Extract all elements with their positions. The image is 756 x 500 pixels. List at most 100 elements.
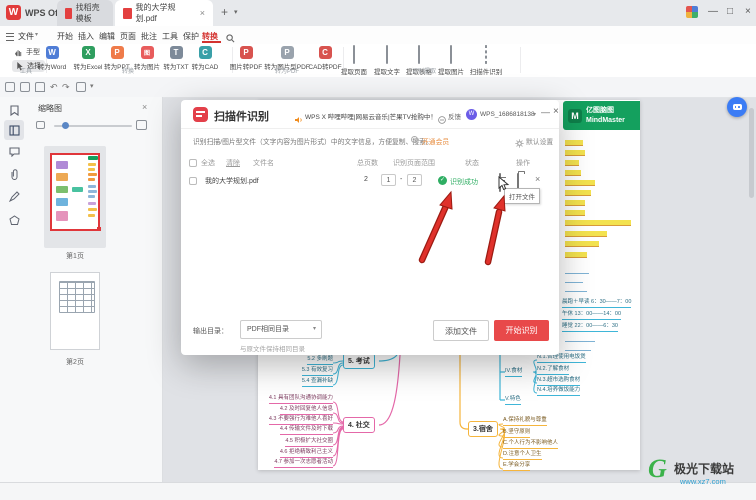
text-fragment xyxy=(565,286,587,292)
redo-icon[interactable]: ↷ xyxy=(62,82,70,93)
scan-recognition-button[interactable]: 扫描件识别 xyxy=(458,45,514,76)
title-bar: W WPS Office 找稻壳模板 我的大学规划.pdf × + ▾ — □ … xyxy=(0,0,756,26)
tab-document[interactable]: 我的大学规划.pdf × xyxy=(115,0,213,26)
success-check-icon: ✓ xyxy=(438,176,447,185)
dialog-close-button[interactable]: × xyxy=(553,106,559,117)
group-label-convert: 转换 xyxy=(121,69,134,75)
theme-icon[interactable] xyxy=(686,6,698,18)
feedback-label[interactable]: 反馈 xyxy=(448,111,461,121)
active-menu-underline xyxy=(202,41,221,43)
maximize-button[interactable]: □ xyxy=(727,6,733,17)
username[interactable]: WPS_1686818138 xyxy=(480,111,535,118)
col-filename: 文件名 xyxy=(253,160,274,167)
mindmap-item: 4.7 参加一次志愿者活动 xyxy=(274,459,333,468)
tab-docer-templates[interactable]: 找稻壳模板 xyxy=(57,0,113,26)
save-icon[interactable] xyxy=(20,82,30,92)
thumbnail-panel-icon[interactable] xyxy=(4,120,24,140)
output-dir-select[interactable]: PDF相同目录 ▾ xyxy=(240,320,322,339)
highlight-bar xyxy=(565,231,607,237)
shapes-icon[interactable] xyxy=(7,213,21,227)
menu-page[interactable]: 页面 xyxy=(120,31,136,42)
new-tab-button[interactable]: + xyxy=(221,5,228,19)
pdf-icon xyxy=(123,7,132,19)
mindmaster-badge: M 亿图脑图 MindMaster xyxy=(563,101,640,130)
undo-icon[interactable]: ↶ xyxy=(50,82,58,93)
quick-access-bar xyxy=(0,77,756,98)
highlight-bar xyxy=(565,252,587,258)
attachment-icon[interactable] xyxy=(7,167,21,181)
mindmap-subnode: V.特色 xyxy=(505,396,521,405)
mindmap-node-social: 4. 社交 xyxy=(343,417,375,433)
select-all-label[interactable]: 全选 xyxy=(201,158,215,168)
comment-icon[interactable] xyxy=(7,145,21,159)
range-to-input[interactable]: 2 xyxy=(407,174,422,186)
menu-insert[interactable]: 插入 xyxy=(78,31,94,42)
highlight-bar xyxy=(565,180,595,186)
menu-protect[interactable]: 保护 xyxy=(183,31,199,42)
clear-link[interactable]: 清除 xyxy=(226,158,240,168)
panel-close-icon[interactable]: × xyxy=(142,102,147,112)
extract-image-icon xyxy=(450,45,452,64)
open-file-icon[interactable] xyxy=(499,173,510,192)
vertical-scrollbar[interactable] xyxy=(749,108,754,198)
minimize-button[interactable]: — xyxy=(708,6,718,17)
bookmark-icon[interactable] xyxy=(7,103,21,117)
signature-pen-icon[interactable] xyxy=(7,189,21,203)
menu-edit[interactable]: 编辑 xyxy=(99,31,115,42)
watermark-logo-icon: G xyxy=(648,454,667,483)
file-caret-icon[interactable]: ▾ xyxy=(35,31,38,38)
thumbnail-page-1[interactable] xyxy=(50,153,100,231)
user-caret-icon[interactable]: ▾ xyxy=(533,111,536,118)
schedule-item: 午休 13：00——14：00 xyxy=(562,311,621,320)
thumbnail-page-2[interactable] xyxy=(50,272,100,350)
dialog-description: 识别扫描/图片型文件（文字内容为图片形式）中的文字信息，方便复制、搜索。 xyxy=(193,139,433,146)
tab-close-icon[interactable]: × xyxy=(200,8,205,18)
user-avatar[interactable]: W xyxy=(466,109,477,120)
mindmaster-logo-icon: M xyxy=(568,108,582,123)
gear-icon[interactable] xyxy=(515,135,524,153)
scan-dialog-icon xyxy=(193,107,208,122)
output-dir-label: 输出目录： xyxy=(193,328,228,335)
open-file-icon[interactable] xyxy=(5,82,15,92)
tab-list-caret-icon[interactable]: ▾ xyxy=(234,8,238,16)
mindmap-item: 4.2 及时回复他人信息 xyxy=(279,406,333,415)
mindmap-item: E.学会分享 xyxy=(503,462,531,471)
menu-file[interactable]: 文件 xyxy=(18,31,34,42)
feedback-icon[interactable] xyxy=(438,111,446,129)
add-file-button[interactable]: 添加文件 xyxy=(433,320,489,341)
dialog-minimize-button[interactable]: — xyxy=(541,107,550,117)
mindmap-item: N.2.了解食材 xyxy=(537,366,570,375)
assistant-fab-icon[interactable] xyxy=(727,97,747,117)
promo-banner[interactable]: WPS X 哔哩哔哩|网易云音乐|芒果TV抢购中！ xyxy=(305,111,437,121)
close-button[interactable]: × xyxy=(745,6,751,17)
speaker-icon xyxy=(295,111,303,129)
menu-home[interactable]: 开始 xyxy=(57,31,73,42)
menu-tools[interactable]: 工具 xyxy=(162,31,178,42)
mindmap-item: 4.5 积极扩大社交圈 xyxy=(285,438,333,447)
start-recognition-button[interactable]: 开始识别 xyxy=(494,320,549,341)
zoom-in-thumb-icon[interactable] xyxy=(136,120,147,130)
open-membership-link[interactable]: 开通会员 xyxy=(422,136,449,146)
quickbar-caret-icon[interactable]: ▾ xyxy=(90,82,94,90)
print-icon[interactable] xyxy=(35,82,45,92)
image-type-pdf-icon: P xyxy=(280,46,294,59)
info-icon[interactable]: i xyxy=(411,136,418,143)
thumb-size-slider-knob[interactable] xyxy=(62,122,69,129)
stamp-icon[interactable] xyxy=(76,82,86,92)
word-doc-icon: W xyxy=(45,46,59,59)
row-checkbox[interactable] xyxy=(189,177,197,185)
menu-comment[interactable]: 批注 xyxy=(141,31,157,42)
highlight-bar xyxy=(565,241,599,247)
mindmap-item: 5.3 有效复习 xyxy=(301,367,333,376)
open-folder-icon[interactable] xyxy=(517,173,528,192)
range-from-input[interactable]: 1 xyxy=(381,174,396,186)
highlight-bar xyxy=(565,170,581,176)
remove-file-icon[interactable]: × xyxy=(535,174,540,184)
mindmap-item: 5.4 查漏补缺 xyxy=(301,378,333,387)
select-all-checkbox[interactable] xyxy=(189,159,197,167)
row-total-pages: 2 xyxy=(364,176,368,183)
hamburger-icon[interactable] xyxy=(6,33,14,41)
zoom-out-thumb-icon[interactable] xyxy=(36,121,45,129)
extract-text-icon xyxy=(386,45,388,64)
default-settings-link[interactable]: 默认设置 xyxy=(526,136,553,146)
